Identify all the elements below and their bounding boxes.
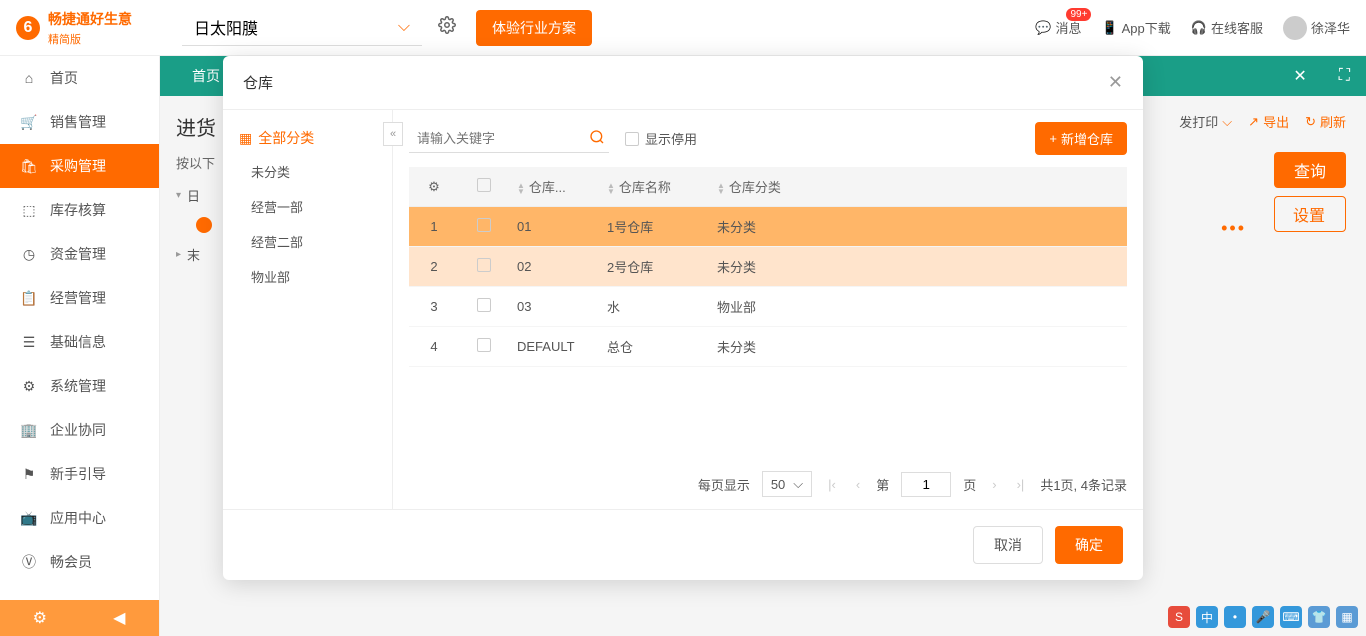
- cancel-button[interactable]: 取消: [973, 526, 1043, 564]
- col-category[interactable]: ▲▼仓库分类: [709, 167, 1127, 207]
- page-label-pre: 第: [876, 475, 889, 494]
- search-row: 显示停用 + 新增仓库: [409, 122, 1127, 155]
- col-settings[interactable]: ⚙: [409, 167, 459, 207]
- row-checkbox[interactable]: [477, 218, 491, 232]
- warehouse-modal: 仓库 ✕ ▦ 全部分类 未分类 经营一部 经营二部 物业部 «: [223, 56, 1143, 580]
- row-checkbox[interactable]: [477, 338, 491, 352]
- all-categories[interactable]: ▦ 全部分类: [223, 122, 392, 154]
- chevron-down-icon: ⌵: [793, 476, 803, 492]
- col-name[interactable]: ▲▼仓库名称: [599, 167, 709, 207]
- confirm-button[interactable]: 确定: [1055, 526, 1123, 564]
- close-icon[interactable]: ✕: [1108, 72, 1123, 93]
- page-summary: 共1页, 4条记录: [1040, 475, 1127, 494]
- row-checkbox[interactable]: [477, 258, 491, 272]
- show-disabled-checkbox[interactable]: 显示停用: [625, 129, 697, 148]
- ime-mic-icon[interactable]: 🎤: [1252, 606, 1274, 628]
- cat-uncategorized[interactable]: 未分类: [223, 154, 392, 189]
- table-row[interactable]: 2 02 2号仓库 未分类: [409, 247, 1127, 287]
- table-row[interactable]: 1 01 1号仓库 未分类: [409, 207, 1127, 247]
- ime-sogou-icon[interactable]: S: [1168, 606, 1190, 628]
- plus-icon: +: [1049, 131, 1057, 146]
- sort-icon: ▲▼: [717, 183, 725, 195]
- search-box: [409, 125, 609, 153]
- search-input[interactable]: [409, 125, 609, 153]
- add-warehouse-button[interactable]: + 新增仓库: [1035, 122, 1127, 155]
- checkbox-icon: [625, 132, 639, 146]
- cat-property[interactable]: 物业部: [223, 259, 392, 294]
- per-page-select[interactable]: 50 ⌵: [762, 471, 812, 497]
- modal-body: ▦ 全部分类 未分类 经营一部 经营二部 物业部 «: [223, 109, 1143, 509]
- ime-punct-icon[interactable]: •: [1224, 606, 1246, 628]
- first-page-button[interactable]: |‹: [824, 477, 840, 492]
- category-panel: ▦ 全部分类 未分类 经营一部 经营二部 物业部: [223, 110, 393, 509]
- ime-skin-icon[interactable]: 👕: [1308, 606, 1330, 628]
- ime-taskbar: S 中 • 🎤 ⌨ 👕 ▦: [1168, 606, 1358, 628]
- sort-icon: ▲▼: [607, 183, 615, 195]
- last-page-button[interactable]: ›|: [1013, 477, 1029, 492]
- cat-dept1[interactable]: 经营一部: [223, 189, 392, 224]
- modal-header: 仓库 ✕: [223, 56, 1143, 109]
- per-page-label: 每页显示: [698, 475, 750, 494]
- gear-col-icon: ⚙: [428, 179, 440, 194]
- sort-icon: ▲▼: [517, 183, 525, 195]
- row-checkbox[interactable]: [477, 298, 491, 312]
- page-label-post: 页: [963, 475, 976, 494]
- table-header: ⚙ ▲▼仓库... ▲▼仓库名称 ▲▼仓库分类: [409, 167, 1127, 207]
- col-checkbox[interactable]: [459, 167, 509, 207]
- table-row[interactable]: 4 DEFAULT 总仓 未分类: [409, 327, 1127, 367]
- ime-menu-icon[interactable]: ▦: [1336, 606, 1358, 628]
- search-icon[interactable]: [589, 129, 605, 150]
- prev-page-button[interactable]: ‹: [852, 477, 864, 492]
- next-page-button[interactable]: ›: [988, 477, 1000, 492]
- table-panel: 显示停用 + 新增仓库 ⚙ ▲▼仓库... ▲▼仓库名称 ▲: [393, 110, 1143, 509]
- modal-footer: 取消 确定: [223, 509, 1143, 580]
- ime-keyboard-icon[interactable]: ⌨: [1280, 606, 1302, 628]
- col-code[interactable]: ▲▼仓库...: [509, 167, 599, 207]
- ime-lang-icon[interactable]: 中: [1196, 606, 1218, 628]
- modal-overlay: 仓库 ✕ ▦ 全部分类 未分类 经营一部 经营二部 物业部 «: [0, 0, 1366, 636]
- collapse-panel-button[interactable]: «: [383, 122, 403, 146]
- grid-icon: ▦: [239, 130, 252, 147]
- pagination: 每页显示 50 ⌵ |‹ ‹ 第 页 › ›| 共1页, 4条记录: [409, 455, 1127, 497]
- table-row[interactable]: 3 03 水 物业部: [409, 287, 1127, 327]
- page-input[interactable]: [901, 472, 951, 497]
- warehouse-table: ⚙ ▲▼仓库... ▲▼仓库名称 ▲▼仓库分类 1 01 1号仓库: [409, 167, 1127, 367]
- cat-dept2[interactable]: 经营二部: [223, 224, 392, 259]
- modal-title: 仓库: [243, 72, 273, 93]
